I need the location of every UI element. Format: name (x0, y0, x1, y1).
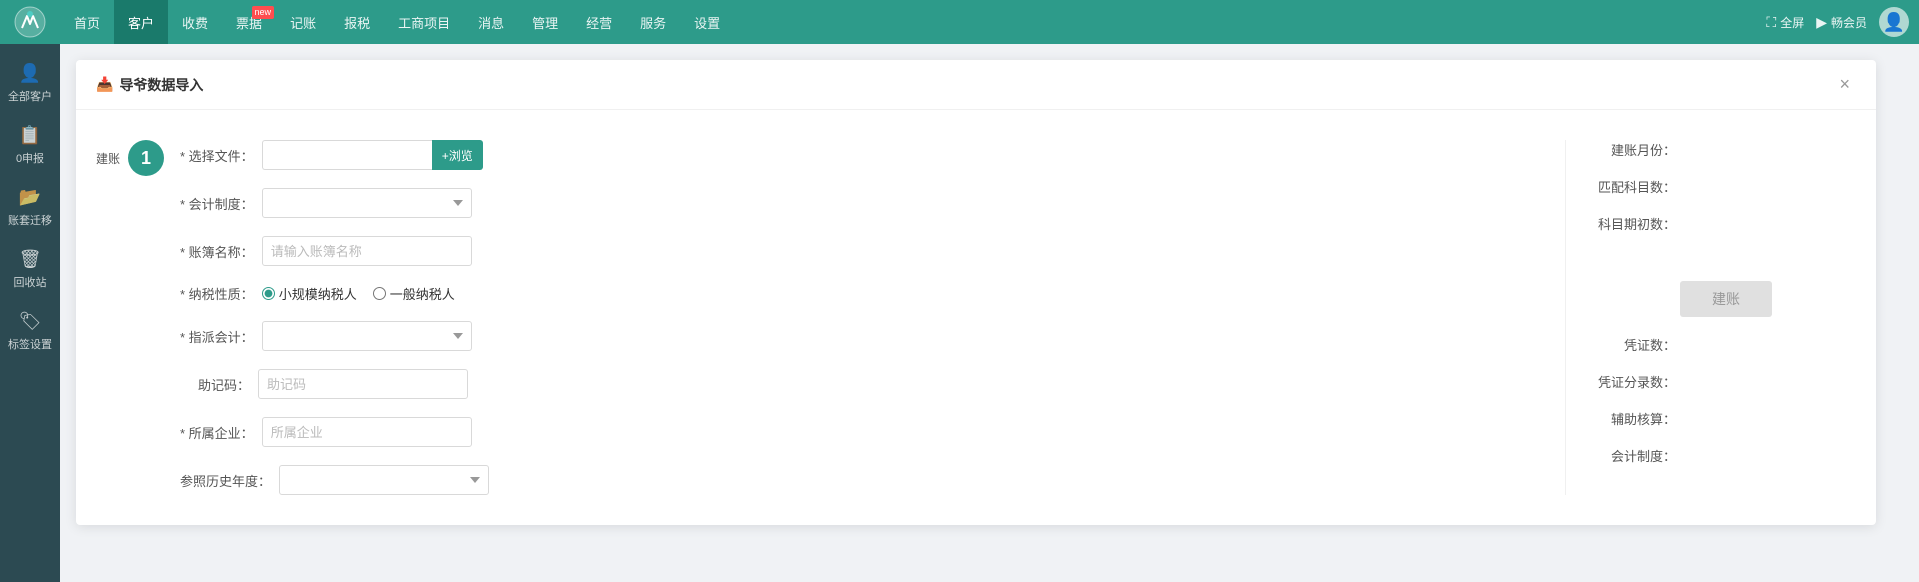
nav-tax[interactable]: 报税 (330, 0, 384, 44)
tax-type-radio-group: 小规模纳税人 一般纳税人 (262, 284, 455, 303)
accountant-row: * 指派会计： (180, 321, 1535, 351)
import-dialog: 📥 导爷数据导入 × 建账 1 * 选择文件： (76, 60, 1876, 525)
nav-business[interactable]: 工商项目 (384, 0, 464, 44)
section-divider (1565, 140, 1566, 495)
dialog-title: 📥 导爷数据导入 (96, 75, 203, 95)
company-label: * 所属企业： (180, 423, 254, 442)
step-label: 建账 (96, 150, 120, 167)
sidebar-item-all-customers[interactable]: 👤 全部客户 (0, 52, 60, 114)
match-subjects-row: 匹配科目数： (1596, 177, 1856, 196)
nav-right-actions: ⛶ 全屏 ▶ 畅会员 👤 (1766, 7, 1909, 37)
nav-home[interactable]: 首页 (60, 0, 114, 44)
voucher-entries-label: 凭证分录数： (1596, 372, 1676, 391)
top-navigation: 首页 客户 收费 票据 new 记账 报税 工商项目 消息 管理 经营 服务 设… (0, 0, 1919, 44)
all-customers-icon: 👤 (19, 62, 41, 84)
form-grid: * 选择文件： +浏览 * 会计制度： * 账簿名称： (180, 140, 1535, 495)
browse-button[interactable]: +浏览 (432, 140, 483, 170)
sidebar-item-tag-settings[interactable]: 🏷 标签设置 (0, 300, 60, 362)
auxiliary-label: 辅助核算： (1596, 409, 1676, 428)
app-logo[interactable] (10, 2, 50, 42)
nav-management[interactable]: 管理 (518, 0, 572, 44)
dialog-body: 建账 1 * 选择文件： +浏览 * 会计制度： (76, 110, 1876, 525)
dialog-title-icon: 📥 (96, 76, 113, 93)
file-select-label: * 选择文件： (180, 146, 254, 165)
left-sidebar: 👤 全部客户 📋 0申报 📂 账套迁移 🗑 回收站 🏷 标签设置 (0, 44, 60, 582)
accounting-system-label: * 会计制度： (180, 194, 254, 213)
accounting-system-select[interactable] (262, 188, 472, 218)
fullscreen-btn[interactable]: ⛶ 全屏 (1766, 14, 1804, 31)
memo-input[interactable] (258, 369, 468, 399)
voucher-count-label: 凭证数： (1596, 335, 1676, 354)
declaration-icon: 📋 (19, 124, 41, 146)
period-initial-label: 科目期初数： (1596, 214, 1676, 233)
file-select-row: * 选择文件： +浏览 (180, 140, 1535, 170)
tax-option2-label[interactable]: 一般纳税人 (373, 284, 455, 303)
step-circle: 1 (128, 140, 164, 176)
voucher-entries-row: 凭证分录数： (1596, 372, 1856, 391)
voucher-count-row: 凭证数： (1596, 335, 1856, 354)
accountant-select[interactable] (262, 321, 472, 351)
nav-messages[interactable]: 消息 (464, 0, 518, 44)
nav-customers[interactable]: 客户 (114, 0, 168, 44)
file-input[interactable] (262, 140, 432, 170)
build-account-button[interactable]: 建账 (1680, 281, 1772, 317)
tax-type-label: * 纳税性质： (180, 284, 254, 303)
company-row: * 所属企业： (180, 417, 1535, 447)
memo-row: 助记码： (180, 369, 1535, 399)
account-migration-icon: 📂 (19, 186, 41, 208)
tax-option1-label[interactable]: 小规模纳税人 (262, 284, 357, 303)
nav-billing[interactable]: 收费 (168, 0, 222, 44)
build-month-label: 建账月份： (1596, 140, 1676, 159)
dialog-header: 📥 导爷数据导入 × (76, 60, 1876, 110)
history-year-select[interactable] (279, 465, 489, 495)
sidebar-item-declaration[interactable]: 📋 0申报 (0, 114, 60, 176)
tax-option1-radio[interactable] (262, 287, 275, 300)
tag-settings-icon: 🏷 (19, 310, 41, 332)
sidebar-item-account-migration[interactable]: 📂 账套迁移 (0, 176, 60, 238)
company-input[interactable] (262, 417, 472, 447)
history-year-row: 参照历史年度： (180, 465, 1535, 495)
file-input-wrapper: +浏览 (262, 140, 483, 170)
ledger-name-row: * 账簿名称： (180, 236, 1535, 266)
ledger-name-input[interactable] (262, 236, 472, 266)
nav-services[interactable]: 服务 (626, 0, 680, 44)
nav-invoices[interactable]: 票据 new (222, 0, 276, 44)
ledger-name-label: * 账簿名称： (180, 242, 254, 261)
user-avatar[interactable]: 👤 (1879, 7, 1909, 37)
nav-accounting[interactable]: 记账 (276, 0, 330, 44)
history-year-label: 参照历史年度： (180, 471, 271, 490)
main-content: 📥 导爷数据导入 × 建账 1 * 选择文件： (60, 44, 1919, 582)
tax-option2-radio[interactable] (373, 287, 386, 300)
vip-btn[interactable]: ▶ 畅会员 (1816, 14, 1867, 31)
accounting-system-info-row: 会计制度： (1596, 446, 1856, 465)
new-badge: new (252, 6, 275, 19)
nav-operations[interactable]: 经营 (572, 0, 626, 44)
right-info-panel: 建账月份： 匹配科目数： 科目期初数： 建账 凭证数： (1596, 140, 1856, 495)
recycle-icon: 🗑 (19, 248, 41, 270)
accounting-system-row: * 会计制度： (180, 188, 1535, 218)
accounting-system-info-label: 会计制度： (1596, 446, 1676, 465)
tax-type-row: * 纳税性质： 小规模纳税人 一般纳税人 (180, 284, 1535, 303)
accountant-label: * 指派会计： (180, 327, 254, 346)
build-month-row: 建账月份： (1596, 140, 1856, 159)
nav-settings[interactable]: 设置 (680, 0, 734, 44)
memo-label: 助记码： (180, 375, 250, 394)
sidebar-item-recycle[interactable]: 🗑 回收站 (0, 238, 60, 300)
dialog-close-btn[interactable]: × (1833, 72, 1856, 97)
auxiliary-row: 辅助核算： (1596, 409, 1856, 428)
period-initial-row: 科目期初数： (1596, 214, 1856, 233)
match-subjects-label: 匹配科目数： (1596, 177, 1676, 196)
